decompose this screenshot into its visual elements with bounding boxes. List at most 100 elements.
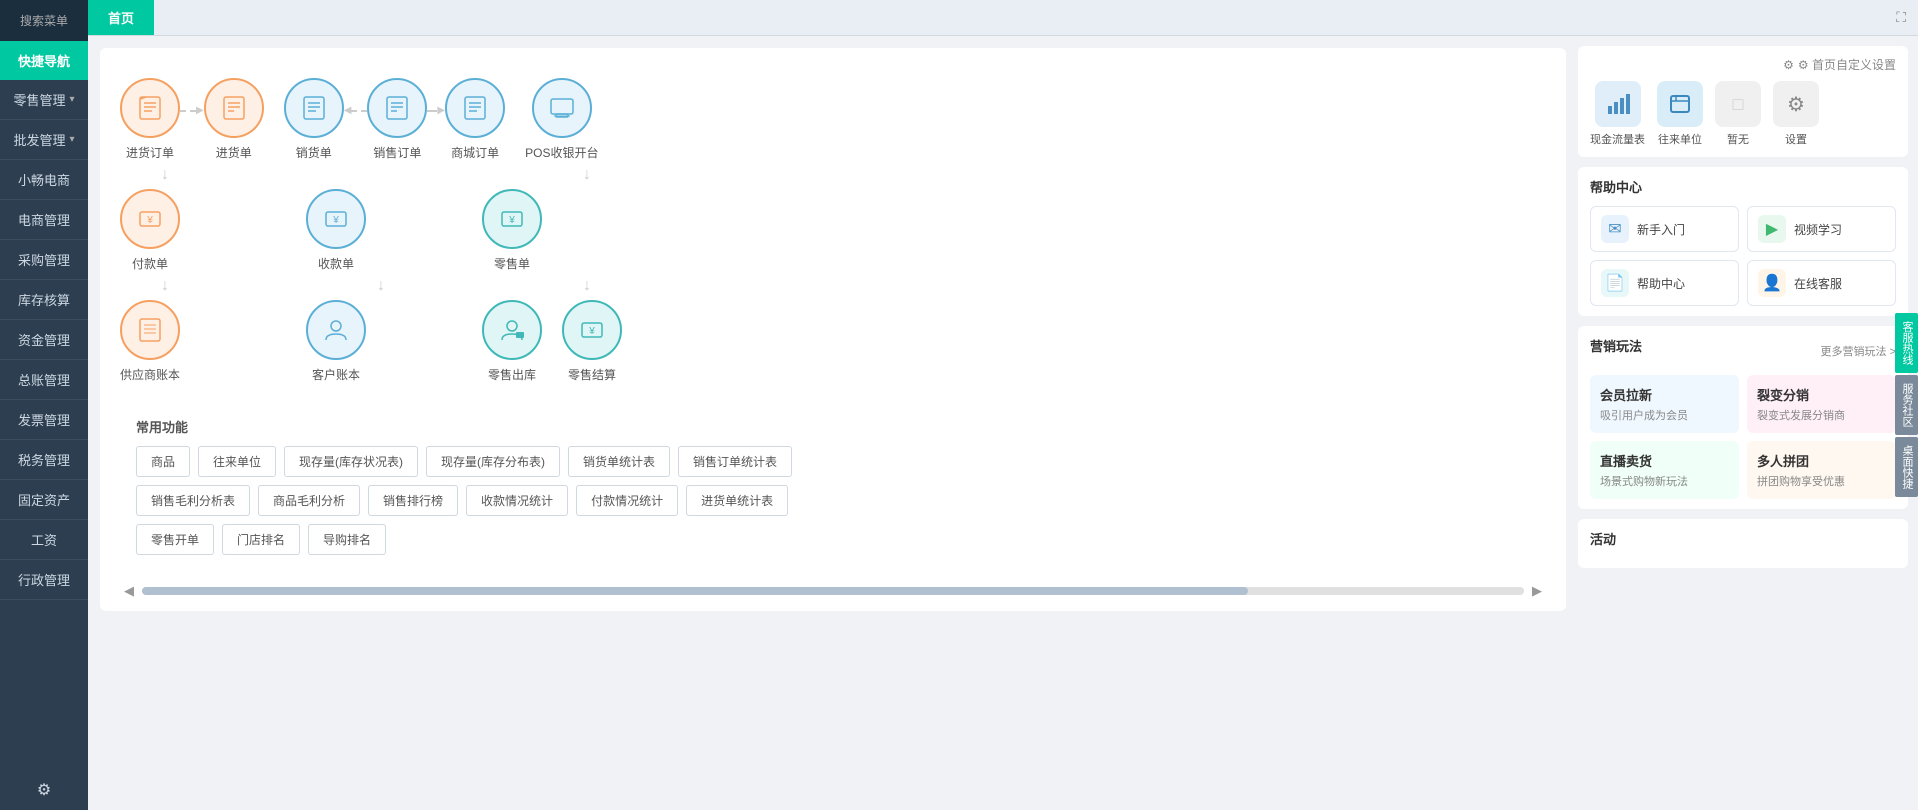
fullscreen-button[interactable]: ⛶ <box>1884 1 1918 34</box>
sidebar-item-salary[interactable]: 工资 <box>0 520 88 560</box>
mall-order-label: 商城订单 <box>451 144 499 161</box>
func-btn-purchase-stat[interactable]: 进货单统计表 <box>686 485 788 516</box>
supplier-account-icon <box>120 300 180 360</box>
activity-card: 活动 <box>1578 519 1908 568</box>
qa-item-settings[interactable]: ⚙ 设置 <box>1773 81 1819 147</box>
sidebar-item-tax[interactable]: 税务管理 <box>0 440 88 480</box>
node-supplier-account[interactable]: 供应商账本 <box>120 300 180 383</box>
float-btn-community[interactable]: 服务社区 <box>1895 375 1918 435</box>
node-sales-order[interactable]: 销售订单 <box>367 78 427 161</box>
sidebar-item-finance[interactable]: 资金管理 <box>0 320 88 360</box>
mkt-live-desc: 场景式购物新玩法 <box>1600 473 1729 489</box>
float-btn-desktop[interactable]: 桌面快捷 <box>1895 437 1918 497</box>
sidebar-item-label: 税务管理 <box>18 450 70 469</box>
right-panel: ⚙ ⚙ 首页自定义设置 现金流量表 往来单位 <box>1578 36 1918 810</box>
mkt-item-group[interactable]: 多人拼团 拼团购物享受优惠 <box>1747 441 1896 499</box>
node-pos[interactable]: POS收银开台 <box>525 78 598 161</box>
node-retail-out[interactable]: 零售出库 <box>482 300 542 383</box>
func-btn-receipt-stat[interactable]: 收款情况统计 <box>466 485 568 516</box>
func-btn-payment-stat[interactable]: 付款情况统计 <box>576 485 678 516</box>
func-grid-row1: 商品 往来单位 现存量(库存状况表) 现存量(库存分布表) 销货单统计表 销售订… <box>136 446 1530 477</box>
video-label: 视频学习 <box>1794 221 1842 238</box>
sidebar-item-fixed[interactable]: 固定资产 <box>0 480 88 520</box>
node-sales-bill[interactable]: 销货单 <box>284 78 344 161</box>
func-grid-row3: 零售开单 门店排名 导购排名 <box>136 524 1530 555</box>
quick-access-icons: 现金流量表 往来单位 □ 暂无 <box>1590 81 1896 147</box>
helpcenter-icon: 📄 <box>1601 269 1629 297</box>
help-center-card: 帮助中心 ✉ 新手入门 ▶ 视频学习 📄 帮助中心 👤 <box>1578 167 1908 316</box>
none-icon: □ <box>1715 81 1761 127</box>
arrow-down-5: ↓ <box>583 278 591 294</box>
help-center-title: 帮助中心 <box>1590 177 1896 196</box>
node-mall-order[interactable]: 商城订单 <box>445 78 505 161</box>
help-item-beginner[interactable]: ✉ 新手入门 <box>1590 206 1739 252</box>
func-btn-partner[interactable]: 往来单位 <box>198 446 276 477</box>
more-marketing-link[interactable]: 更多营销玩法 > <box>1821 343 1896 359</box>
mkt-item-live[interactable]: 直播卖货 场景式购物新玩法 <box>1590 441 1739 499</box>
sidebar: 搜索菜单 快捷导航 零售管理 ▾ 批发管理 ▾ 小畅电商 电商管理 采购管理 库… <box>0 0 88 810</box>
horizontal-scrollbar[interactable]: ◀ ▶ <box>120 581 1546 601</box>
help-item-video[interactable]: ▶ 视频学习 <box>1747 206 1896 252</box>
sidebar-item-retail[interactable]: 零售管理 ▾ <box>0 80 88 120</box>
sidebar-item-inventory[interactable]: 库存核算 <box>0 280 88 320</box>
sales-order-label: 销售订单 <box>373 144 421 161</box>
func-btn-sales-rank[interactable]: 销售排行榜 <box>368 485 458 516</box>
qa-item-partner[interactable]: 往来单位 <box>1657 81 1703 147</box>
func-btn-stock2[interactable]: 现存量(库存分布表) <box>426 446 560 477</box>
func-btn-retail-order[interactable]: 零售开单 <box>136 524 214 555</box>
sidebar-search[interactable]: 搜索菜单 <box>0 0 88 41</box>
scroll-track[interactable] <box>142 587 1524 595</box>
sidebar-item-ecom[interactable]: 电商管理 <box>0 200 88 240</box>
mkt-fission-desc: 裂变式发展分销商 <box>1757 407 1886 423</box>
node-customer-account[interactable]: 客户账本 <box>306 300 366 383</box>
sidebar-quicknav[interactable]: 快捷导航 <box>0 41 88 80</box>
marketing-header: 营销玩法 更多营销玩法 > <box>1590 336 1896 365</box>
func-btn-goods[interactable]: 商品 <box>136 446 190 477</box>
settings-icon[interactable]: ⚙ <box>0 770 88 810</box>
scroll-left-arrow[interactable]: ◀ <box>120 581 138 601</box>
node-retail-bill[interactable]: ¥ 零售单 <box>482 189 542 272</box>
qa-item-cashflow[interactable]: 现金流量表 <box>1590 81 1645 147</box>
node-receipt[interactable]: ¥ 收款单 <box>306 189 366 272</box>
node-retail-settle[interactable]: ¥ 零售结算 <box>562 300 622 383</box>
node-purchase-bill[interactable]: 进货单 <box>204 78 264 161</box>
sidebar-item-label: 发票管理 <box>18 410 70 429</box>
mkt-group-desc: 拼团购物享受优惠 <box>1757 473 1886 489</box>
mall-order-icon <box>445 78 505 138</box>
mkt-item-member[interactable]: 会员拉新 吸引用户成为会员 <box>1590 375 1739 433</box>
chevron-down-icon: ▾ <box>69 134 74 145</box>
sidebar-item-invoice[interactable]: 发票管理 <box>0 400 88 440</box>
qa-label-partner: 往来单位 <box>1658 131 1702 147</box>
func-btn-stock1[interactable]: 现存量(库存状况表) <box>284 446 418 477</box>
scroll-right-arrow[interactable]: ▶ <box>1528 581 1546 601</box>
help-item-service[interactable]: 👤 在线客服 <box>1747 260 1896 306</box>
quick-access-card: ⚙ ⚙ 首页自定义设置 现金流量表 往来单位 <box>1578 46 1908 157</box>
func-btn-sales-profit[interactable]: 销售毛利分析表 <box>136 485 250 516</box>
common-functions: 常用功能 商品 往来单位 现存量(库存状况表) 现存量(库存分布表) 销货单统计… <box>120 405 1546 575</box>
tab-home[interactable]: 首页 <box>88 0 154 35</box>
func-btn-goods-profit[interactable]: 商品毛利分析 <box>258 485 360 516</box>
qa-label-cashflow: 现金流量表 <box>1590 131 1645 147</box>
retail-settle-icon: ¥ <box>562 300 622 360</box>
arrow-down-2: ↓ <box>583 167 591 183</box>
sidebar-item-admin[interactable]: 行政管理 <box>0 560 88 600</box>
func-btn-sales-order-stat[interactable]: 销售订单统计表 <box>678 446 792 477</box>
float-btn-service[interactable]: 客服热线 <box>1895 313 1918 373</box>
sidebar-item-purchase[interactable]: 采购管理 <box>0 240 88 280</box>
func-btn-store-rank[interactable]: 门店排名 <box>222 524 300 555</box>
qa-label-none: 暂无 <box>1727 131 1749 147</box>
sidebar-item-xiaochang[interactable]: 小畅电商 <box>0 160 88 200</box>
func-btn-guide-rank[interactable]: 导购排名 <box>308 524 386 555</box>
marketing-card: 营销玩法 更多营销玩法 > 会员拉新 吸引用户成为会员 裂变分销 裂变式发展分销… <box>1578 326 1908 509</box>
mkt-member-desc: 吸引用户成为会员 <box>1600 407 1729 423</box>
homepage-settings-label[interactable]: ⚙ 首页自定义设置 <box>1798 56 1896 73</box>
func-btn-sales-stat[interactable]: 销货单统计表 <box>568 446 670 477</box>
customer-account-icon <box>306 300 366 360</box>
node-purchase-order[interactable]: 进货订单 <box>120 78 180 161</box>
node-payment[interactable]: ¥ 付款单 <box>120 189 180 272</box>
sidebar-item-wholesale[interactable]: 批发管理 ▾ <box>0 120 88 160</box>
mkt-item-fission[interactable]: 裂变分销 裂变式发展分销商 <box>1747 375 1896 433</box>
main-area: 首页 ⛶ 进货订单 <box>88 0 1918 810</box>
sidebar-item-general[interactable]: 总账管理 <box>0 360 88 400</box>
help-item-helpcenter[interactable]: 📄 帮助中心 <box>1590 260 1739 306</box>
